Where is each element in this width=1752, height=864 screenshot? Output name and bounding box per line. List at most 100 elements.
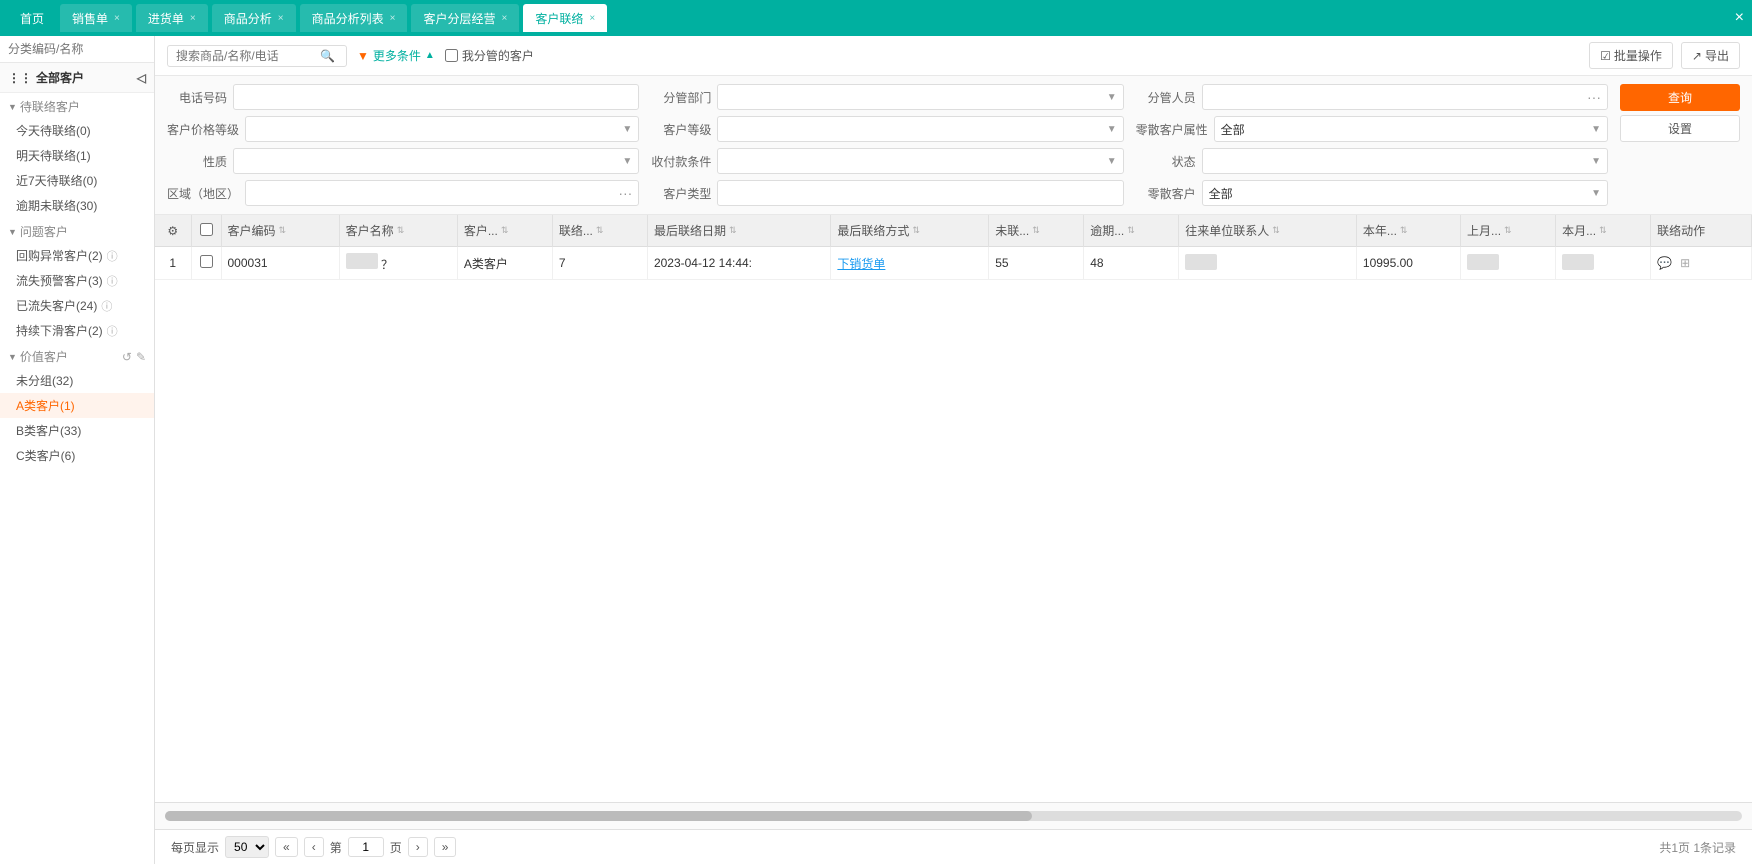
qrcode-icon[interactable]: ⊞ bbox=[1680, 256, 1690, 270]
sidebar-group-problem: ▼ 问题客户 bbox=[0, 218, 154, 243]
sidebar-item-repurchase-abnormal[interactable]: 回购异常客户(2) ⓘ bbox=[0, 243, 154, 268]
export-button[interactable]: ↗ 导出 bbox=[1681, 42, 1740, 69]
select-all-checkbox[interactable] bbox=[200, 223, 213, 236]
th-customer-name[interactable]: 客户名称 ⇅ bbox=[339, 215, 457, 247]
th-customer-name-label: 客户名称 bbox=[346, 222, 394, 239]
th-contact-person[interactable]: 往来单位联系人 ⇅ bbox=[1179, 215, 1357, 247]
sidebar-value-refresh-icon[interactable]: ↺ bbox=[122, 350, 132, 364]
settings-icon: ⚙ bbox=[167, 224, 178, 238]
td-checkbox[interactable] bbox=[191, 247, 221, 280]
filter-price-grade-select[interactable]: ▼ bbox=[245, 116, 639, 142]
th-last-contact-date[interactable]: 最后联络日期 ⇅ bbox=[647, 215, 830, 247]
nav-tab-customer-contact[interactable]: 客户联络 × bbox=[523, 4, 607, 32]
filter-region-input[interactable]: ··· bbox=[245, 180, 639, 206]
th-last-month-label: 上月... bbox=[1467, 222, 1501, 239]
filter-nature-select[interactable]: ▼ bbox=[233, 148, 639, 174]
query-button[interactable]: 查询 bbox=[1620, 84, 1740, 111]
nav-tab-purchase[interactable]: 进货单 × bbox=[136, 4, 208, 32]
filter-status-select[interactable]: ▼ bbox=[1202, 148, 1608, 174]
th-last-contact-method[interactable]: 最后联络方式 ⇅ bbox=[831, 215, 989, 247]
total-info: 共1页 1条记录 bbox=[1659, 839, 1736, 856]
sidebar-item-a-class[interactable]: A类客户(1) bbox=[0, 393, 154, 418]
nav-tab-sales-close[interactable]: × bbox=[114, 13, 120, 24]
nav-tab-customer-tier[interactable]: 客户分层经营 × bbox=[411, 4, 519, 32]
horizontal-scrollbar-area bbox=[155, 802, 1752, 829]
filter-more-conditions[interactable]: ▼ 更多条件 ▲ bbox=[357, 47, 435, 64]
settings-button[interactable]: 设置 bbox=[1620, 115, 1740, 142]
filter-dept-select[interactable]: ▼ bbox=[717, 84, 1123, 110]
filter-customer-grade-select[interactable]: ▼ bbox=[717, 116, 1123, 142]
th-settings[interactable]: ⚙ bbox=[155, 215, 191, 247]
filter-ctype-input[interactable] bbox=[717, 180, 1123, 206]
filter-payment-select[interactable]: ▼ bbox=[717, 148, 1123, 174]
nav-tab-analysis-close[interactable]: × bbox=[278, 13, 284, 24]
filter-search-input[interactable] bbox=[176, 49, 316, 63]
batch-op-button[interactable]: ☑ 批量操作 bbox=[1589, 42, 1673, 69]
filter-search-icon[interactable]: 🔍 bbox=[320, 49, 335, 63]
sidebar-item-7days[interactable]: 近7天待联络(0) bbox=[0, 168, 154, 193]
filter-my-customers[interactable]: 我分管的客户 bbox=[445, 47, 534, 64]
prev-page-button[interactable]: ‹ bbox=[304, 837, 324, 857]
filter-scatter-attr-select[interactable]: 全部 ▼ bbox=[1214, 116, 1608, 142]
th-customer-type[interactable]: 客户... ⇅ bbox=[457, 215, 552, 247]
nav-tab-purchase-close[interactable]: × bbox=[190, 13, 196, 24]
per-page-select[interactable]: 50 bbox=[225, 836, 269, 858]
th-actions-label: 联络动作 bbox=[1657, 224, 1705, 238]
filter-scatter-select[interactable]: 全部 ▼ bbox=[1202, 180, 1608, 206]
th-not-contact-days[interactable]: 未联... ⇅ bbox=[989, 215, 1084, 247]
app-close-button[interactable]: × bbox=[1735, 9, 1744, 27]
th-current-year[interactable]: 本年... ⇅ bbox=[1356, 215, 1460, 247]
filter-row-scatter: 零散客户 全部 ▼ bbox=[1136, 180, 1608, 206]
nav-tab-analysis-list-close[interactable]: × bbox=[390, 13, 396, 24]
nav-tab-analysis[interactable]: 商品分析 × bbox=[212, 4, 296, 32]
page-unit-label: 页 bbox=[390, 839, 402, 856]
sidebar-item-churn-warning[interactable]: 流失预警客户(3) ⓘ bbox=[0, 268, 154, 293]
th-contact-count[interactable]: 联络... ⇅ bbox=[552, 215, 647, 247]
nav-tab-customer-contact-close[interactable]: × bbox=[589, 13, 595, 24]
filter-phone-input[interactable] bbox=[233, 84, 639, 110]
sidebar-item-declining[interactable]: 持续下滑客户(2) ⓘ bbox=[0, 318, 154, 343]
th-customer-type-label: 客户... bbox=[464, 222, 498, 239]
last-month-masked bbox=[1467, 254, 1499, 270]
sidebar-item-c-class[interactable]: C类客户(6) bbox=[0, 443, 154, 468]
filter-status-arrow: ▼ bbox=[1591, 156, 1601, 167]
sidebar-item-overdue[interactable]: 逾期未联络(30) bbox=[0, 193, 154, 218]
th-current-month[interactable]: 本月... ⇅ bbox=[1556, 215, 1651, 247]
th-customer-code-label: 客户编码 bbox=[228, 222, 276, 239]
nav-tab-sales[interactable]: 销售单 × bbox=[60, 4, 132, 32]
sidebar-search-input[interactable] bbox=[8, 42, 155, 56]
sidebar-group-value: ▼ 价值客户 ↺ ✎ bbox=[0, 343, 154, 368]
th-overdue-days[interactable]: 逾期... ⇅ bbox=[1084, 215, 1179, 247]
export-icon: ↗ bbox=[1692, 49, 1702, 63]
filter-row-region: 区域（地区） ··· bbox=[167, 180, 639, 206]
filter-scatter-value: 全部 bbox=[1209, 185, 1233, 202]
page-input[interactable] bbox=[348, 837, 384, 857]
filter-row-dept: 分管部门 ▼ bbox=[651, 84, 1123, 110]
nav-tab-customer-tier-close[interactable]: × bbox=[501, 13, 507, 24]
nav-tab-analysis-list[interactable]: 商品分析列表 × bbox=[300, 4, 408, 32]
last-page-button[interactable]: » bbox=[434, 837, 457, 857]
sidebar-value-edit-icon[interactable]: ✎ bbox=[136, 350, 146, 364]
h-scrollbar-track[interactable] bbox=[165, 811, 1742, 821]
next-page-button[interactable]: › bbox=[408, 837, 428, 857]
sidebar-item-churned[interactable]: 已流失客户(24) ⓘ bbox=[0, 293, 154, 318]
first-page-button[interactable]: « bbox=[275, 837, 298, 857]
row-checkbox[interactable] bbox=[200, 255, 213, 268]
sidebar-item-churn-warning-info: ⓘ bbox=[107, 273, 118, 289]
th-checkbox[interactable] bbox=[191, 215, 221, 247]
sidebar-item-today[interactable]: 今天待联络(0) bbox=[0, 118, 154, 143]
sidebar-item-tomorrow[interactable]: 明天待联络(1) bbox=[0, 143, 154, 168]
nav-home[interactable]: 首页 bbox=[8, 4, 56, 32]
sidebar-item-b-class[interactable]: B类客户(33) bbox=[0, 418, 154, 443]
h-scrollbar-thumb[interactable] bbox=[165, 811, 1032, 821]
th-last-month[interactable]: 上月... ⇅ bbox=[1461, 215, 1556, 247]
last-contact-method-link[interactable]: 下销货单 bbox=[837, 257, 885, 271]
sidebar-item-unclassified[interactable]: 未分组(32) bbox=[0, 368, 154, 393]
filter-row-customer-grade: 客户等级 ▼ bbox=[651, 116, 1123, 142]
sidebar-item-churned-label: 已流失客户(24) bbox=[16, 297, 97, 314]
th-customer-code[interactable]: 客户编码 ⇅ bbox=[221, 215, 339, 247]
chat-icon[interactable]: 💬 bbox=[1657, 256, 1672, 270]
sidebar-collapse-btn[interactable]: ◁ bbox=[137, 71, 146, 85]
filter-my-customers-checkbox[interactable] bbox=[445, 49, 458, 62]
filter-manager-input[interactable]: ··· bbox=[1202, 84, 1608, 110]
